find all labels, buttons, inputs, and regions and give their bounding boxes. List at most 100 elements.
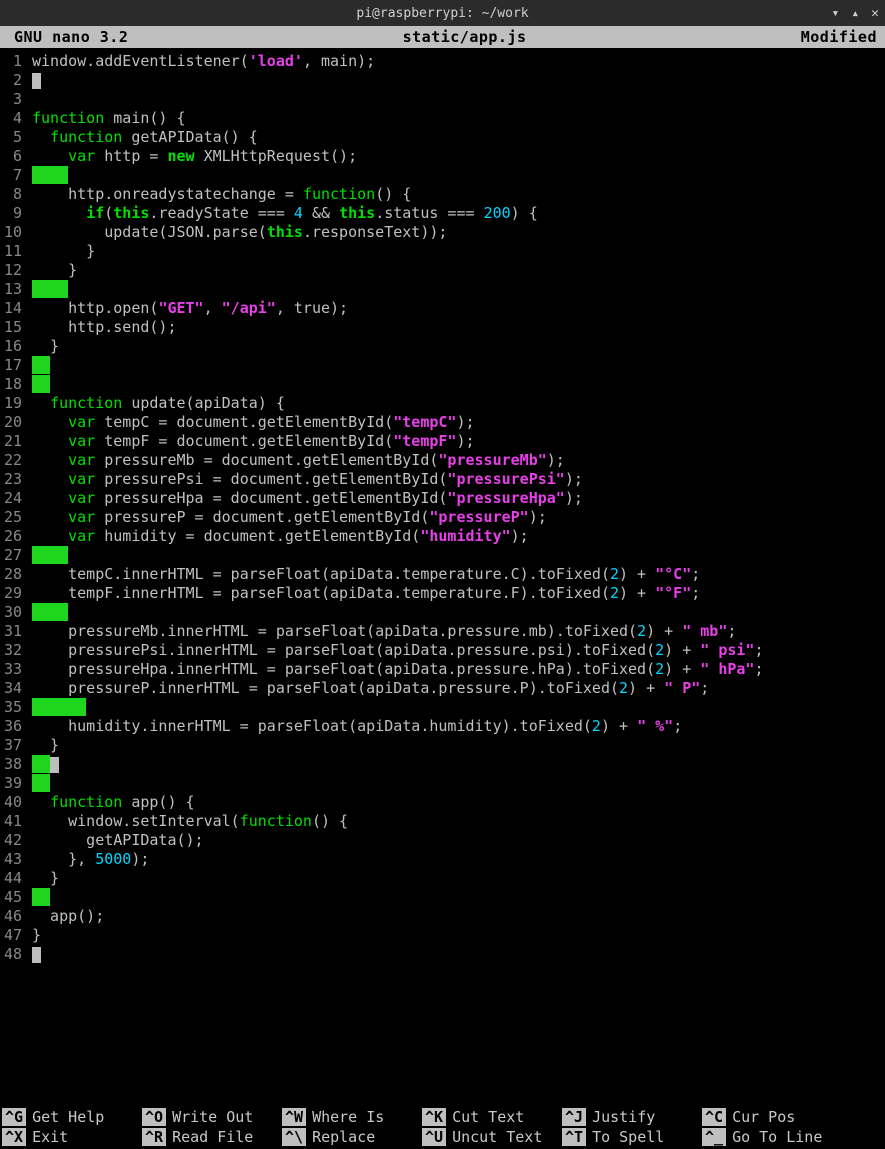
- code-line[interactable]: }: [32, 926, 885, 945]
- code-line[interactable]: var pressureHpa = document.getElementByI…: [32, 489, 885, 508]
- code-line[interactable]: getAPIData();: [32, 831, 885, 850]
- line-number: 23: [2, 470, 22, 489]
- code-line[interactable]: update(JSON.parse(this.responseText));: [32, 223, 885, 242]
- code-token: " mb": [682, 622, 727, 640]
- help-item[interactable]: ^RRead File: [142, 1128, 282, 1146]
- code-line[interactable]: [32, 774, 885, 793]
- line-number: 27: [2, 546, 22, 565]
- help-item[interactable]: ^\ Replace: [282, 1128, 422, 1146]
- code-line[interactable]: tempF.innerHTML = parseFloat(apiData.tem…: [32, 584, 885, 603]
- code-token: [32, 888, 50, 906]
- code-line[interactable]: [32, 945, 885, 964]
- code-line[interactable]: }: [32, 736, 885, 755]
- help-item[interactable]: ^CCur Pos: [702, 1108, 842, 1126]
- code-token: "pressureMb": [438, 451, 546, 469]
- code-line[interactable]: }: [32, 869, 885, 888]
- code-line[interactable]: http.onreadystatechange = function() {: [32, 185, 885, 204]
- code-token: update(apiData) {: [122, 394, 285, 412]
- hotkey: ^\: [282, 1128, 306, 1146]
- code-token: pressureP.innerHTML = parseFloat(apiData…: [32, 679, 619, 697]
- code-token: var: [68, 413, 95, 431]
- code-token: "pressureHpa": [447, 489, 564, 507]
- window-titlebar: pi@raspberrypi: ~/work ▾ ▴ ✕: [0, 0, 885, 26]
- code-line[interactable]: var pressureMb = document.getElementById…: [32, 451, 885, 470]
- code-line[interactable]: [32, 356, 885, 375]
- code-token: this: [267, 223, 303, 241]
- code-line[interactable]: var tempC = document.getElementById("tem…: [32, 413, 885, 432]
- maximize-icon[interactable]: ▴: [851, 6, 859, 21]
- line-number: 32: [2, 641, 22, 660]
- code-line[interactable]: [32, 603, 885, 622]
- code-content[interactable]: window.addEventListener('load', main); f…: [26, 48, 885, 1105]
- code-token: [32, 793, 50, 811]
- code-line[interactable]: function app() {: [32, 793, 885, 812]
- code-line[interactable]: }: [32, 242, 885, 261]
- hotkey: ^T: [562, 1128, 586, 1146]
- code-line[interactable]: [32, 90, 885, 109]
- help-item[interactable]: ^UUncut Text: [422, 1128, 562, 1146]
- code-line[interactable]: [32, 698, 885, 717]
- code-line[interactable]: pressureHpa.innerHTML = parseFloat(apiDa…: [32, 660, 885, 679]
- code-line[interactable]: var http = new XMLHttpRequest();: [32, 147, 885, 166]
- line-number: 9: [2, 204, 22, 223]
- help-label: Replace: [312, 1128, 375, 1146]
- code-line[interactable]: pressurePsi.innerHTML = parseFloat(apiDa…: [32, 641, 885, 660]
- help-row-2: ^XExit^RRead File^\ Replace ^UUncut Text^T…: [2, 1127, 883, 1147]
- code-line[interactable]: var pressurePsi = document.getElementByI…: [32, 470, 885, 489]
- line-number: 40: [2, 793, 22, 812]
- code-line[interactable]: app();: [32, 907, 885, 926]
- code-token: ;: [691, 565, 700, 583]
- code-line[interactable]: }: [32, 261, 885, 280]
- code-line[interactable]: [32, 280, 885, 299]
- code-line[interactable]: [32, 888, 885, 907]
- code-line[interactable]: window.setInterval(function() {: [32, 812, 885, 831]
- code-line[interactable]: }: [32, 337, 885, 356]
- code-line[interactable]: if(this.readyState === 4 && this.status …: [32, 204, 885, 223]
- code-line[interactable]: humidity.innerHTML = parseFloat(apiData.…: [32, 717, 885, 736]
- line-number: 19: [2, 394, 22, 413]
- code-token: var: [68, 451, 95, 469]
- editor-area[interactable]: 1234567891011121314151617181920212223242…: [0, 48, 885, 1105]
- code-line[interactable]: [32, 71, 885, 90]
- code-line[interactable]: http.open("GET", "/api", true);: [32, 299, 885, 318]
- help-item[interactable]: ^KCut Text: [422, 1108, 562, 1126]
- code-line[interactable]: function update(apiData) {: [32, 394, 885, 413]
- code-line[interactable]: http.send();: [32, 318, 885, 337]
- help-item[interactable]: ^TTo Spell: [562, 1128, 702, 1146]
- code-line[interactable]: window.addEventListener('load', main);: [32, 52, 885, 71]
- code-line[interactable]: }, 5000);: [32, 850, 885, 869]
- help-item[interactable]: ^OWrite Out: [142, 1108, 282, 1126]
- code-line[interactable]: [32, 375, 885, 394]
- help-item[interactable]: ^GGet Help: [2, 1108, 142, 1126]
- hotkey: ^O: [142, 1108, 166, 1126]
- code-token: ) +: [664, 660, 700, 678]
- code-token: http.onreadystatechange =: [32, 185, 303, 203]
- code-line[interactable]: [32, 546, 885, 565]
- help-item[interactable]: ^XExit: [2, 1128, 142, 1146]
- help-item[interactable]: ^WWhere Is: [282, 1108, 422, 1126]
- code-token: 2: [637, 622, 646, 640]
- help-item[interactable]: ^JJustify: [562, 1108, 702, 1126]
- close-icon[interactable]: ✕: [871, 6, 879, 21]
- code-token: [32, 166, 68, 184]
- minimize-icon[interactable]: ▾: [832, 6, 840, 21]
- text-cursor: [32, 73, 41, 89]
- code-line[interactable]: function getAPIData() {: [32, 128, 885, 147]
- code-token: , main);: [303, 52, 375, 70]
- code-line[interactable]: var humidity = document.getElementById("…: [32, 527, 885, 546]
- code-line[interactable]: var pressureP = document.getElementById(…: [32, 508, 885, 527]
- code-token: "tempF": [393, 432, 456, 450]
- code-token: [32, 413, 68, 431]
- help-item[interactable]: ^_Go To Line: [702, 1128, 842, 1146]
- line-number: 37: [2, 736, 22, 755]
- code-line[interactable]: [32, 166, 885, 185]
- code-line[interactable]: function main() {: [32, 109, 885, 128]
- code-line[interactable]: pressureMb.innerHTML = parseFloat(apiDat…: [32, 622, 885, 641]
- code-line[interactable]: [32, 755, 885, 774]
- code-line[interactable]: pressureP.innerHTML = parseFloat(apiData…: [32, 679, 885, 698]
- line-number: 10: [2, 223, 22, 242]
- code-line[interactable]: tempC.innerHTML = parseFloat(apiData.tem…: [32, 565, 885, 584]
- code-token: humidity.innerHTML = parseFloat(apiData.…: [32, 717, 592, 735]
- code-token: new: [167, 147, 194, 165]
- code-line[interactable]: var tempF = document.getElementById("tem…: [32, 432, 885, 451]
